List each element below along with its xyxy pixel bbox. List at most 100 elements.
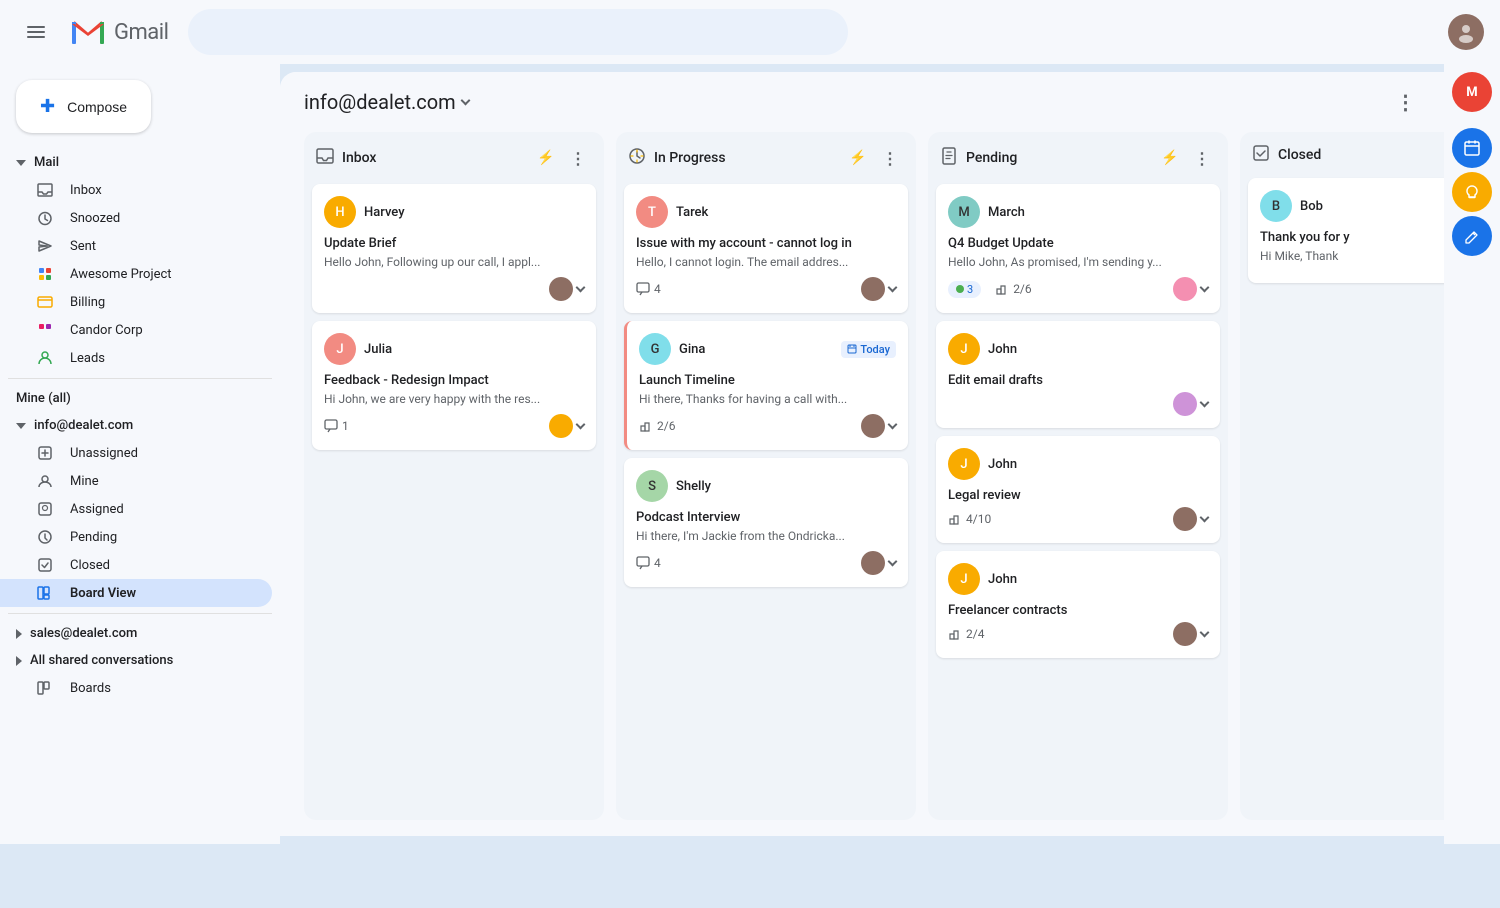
sidebar-item-awesome-project[interactable]: Awesome Project: [0, 260, 272, 288]
card-gina-header: G Gina Today: [639, 333, 896, 365]
right-icon-bulb[interactable]: [1452, 172, 1492, 212]
menu-icon[interactable]: [16, 12, 56, 52]
card-john-freelancer-meta: 2/4: [948, 627, 984, 641]
sidebar-item-candor-corp[interactable]: Candor Corp: [0, 316, 272, 344]
pending-lightning-button[interactable]: ⚡: [1156, 144, 1184, 172]
card-gina-avatar: G: [639, 333, 671, 365]
sidebar-sales-email-header[interactable]: sales@dealet.com: [0, 620, 280, 647]
card-john-edit-assignee[interactable]: [1173, 392, 1208, 416]
pending-icon: [36, 529, 54, 545]
card-julia-name: Julia: [364, 342, 392, 357]
john-edit-assign-chevron: [1200, 398, 1210, 408]
boards-icon: [36, 680, 54, 696]
card-john-edit[interactable]: J John Edit email drafts: [936, 321, 1220, 428]
sidebar-item-sent[interactable]: Sent: [0, 232, 272, 260]
card-shelly[interactable]: S Shelly Podcast Interview Hi there, I'm…: [624, 458, 908, 587]
inprogress-lightning-button[interactable]: ⚡: [844, 144, 872, 172]
snoozed-label: Snoozed: [70, 211, 120, 226]
card-john-legal-footer: 4/10: [948, 507, 1208, 531]
email-selector[interactable]: info@dealet.com: [304, 90, 469, 114]
mine-all-header: Mine (all): [0, 385, 280, 412]
card-john-legal-assignee[interactable]: [1173, 507, 1208, 531]
sidebar-item-leads[interactable]: Leads: [0, 344, 272, 372]
julia-comment-count: 1: [342, 419, 349, 433]
sidebar-mail-header[interactable]: Mail: [0, 149, 280, 176]
inprogress-lightning-icon: ⚡: [849, 150, 866, 166]
sidebar-item-closed[interactable]: Closed: [0, 551, 272, 579]
search-bar[interactable]: [188, 9, 848, 55]
card-bob[interactable]: B Bob Thank you for y Hi Mike, Thank: [1248, 178, 1444, 283]
card-john-freelancer[interactable]: J John Freelancer contracts 2/4: [936, 551, 1220, 658]
sidebar-item-inbox[interactable]: Inbox: [0, 176, 272, 204]
card-john-edit-avatar: J: [948, 333, 980, 365]
card-gina-assignee[interactable]: [861, 414, 896, 438]
unassigned-label: Unassigned: [70, 446, 138, 461]
john-legal-progress-text: 4/10: [966, 512, 991, 526]
card-shelly-assignee[interactable]: [861, 551, 896, 575]
inbox-label: Inbox: [70, 183, 102, 198]
card-gina-meta: 2/6: [639, 419, 675, 433]
more-options-button[interactable]: ⋮: [1392, 88, 1420, 116]
content-header: info@dealet.com ⋮: [280, 72, 1444, 132]
sidebar-item-board-view[interactable]: Board View: [0, 579, 272, 607]
inbox-lightning-button[interactable]: ⚡: [532, 144, 560, 172]
user-avatar[interactable]: [1448, 14, 1484, 50]
card-julia-assignee[interactable]: [549, 414, 584, 438]
column-closed: Closed B Bob Thank you for y Hi Mike, Th…: [1240, 132, 1444, 820]
card-gina[interactable]: G Gina Today Launch Timeline Hi there, T…: [624, 321, 908, 450]
sidebar-info-email-header[interactable]: info@dealet.com: [0, 412, 280, 439]
march-tag-count: 3: [967, 283, 973, 296]
gina-today-label: Today: [860, 343, 890, 356]
sidebar-item-billing[interactable]: Billing: [0, 288, 272, 316]
sidebar-item-assigned[interactable]: Assigned: [0, 495, 272, 523]
shelly-assignee-avatar: [861, 551, 885, 575]
pending-more-button[interactable]: ⋮: [1188, 144, 1216, 172]
march-assignee-avatar: [1173, 277, 1197, 301]
sidebar-item-unassigned[interactable]: Unassigned: [0, 439, 272, 467]
mine-label: Mine: [70, 474, 99, 489]
sidebar-item-boards[interactable]: Boards: [0, 674, 272, 702]
sidebar-item-pending[interactable]: Pending: [0, 523, 272, 551]
card-john-legal[interactable]: J John Legal review 4/10: [936, 436, 1220, 543]
inbox-more-button[interactable]: ⋮: [564, 144, 592, 172]
card-tarek-assignee[interactable]: [861, 277, 896, 301]
card-gina-progress: 2/6: [639, 419, 675, 433]
assigned-icon: [36, 501, 54, 517]
inbox-icon: [36, 182, 54, 198]
card-harvey-header: H Harvey: [324, 196, 584, 228]
right-icon-gmail[interactable]: M: [1452, 72, 1492, 112]
sidebar-all-shared-header[interactable]: All shared conversations: [0, 647, 280, 674]
card-harvey-preview: Hello John, Following up our call, I app…: [324, 255, 584, 269]
card-julia[interactable]: J Julia Feedback - Redesign Impact Hi Jo…: [312, 321, 596, 450]
sidebar-item-snoozed[interactable]: Snoozed: [0, 204, 272, 232]
gina-assign-chevron: [888, 420, 898, 430]
column-pending-header: Pending ⚡ ⋮: [928, 132, 1228, 180]
card-john-freelancer-name: John: [988, 572, 1017, 587]
march-tag-dot: [956, 285, 964, 293]
closed-label: Closed: [70, 558, 110, 573]
card-harvey-avatar: H: [324, 196, 356, 228]
right-icon-calendar[interactable]: [1452, 128, 1492, 168]
pending-col-title: Pending: [966, 150, 1148, 166]
sidebar-item-mine[interactable]: Mine: [0, 467, 272, 495]
card-march-assignee[interactable]: [1173, 277, 1208, 301]
compose-button[interactable]: ✚ Compose: [16, 80, 151, 133]
card-march[interactable]: M March Q4 Budget Update Hello John, As …: [936, 184, 1220, 313]
card-tarek-meta: 4: [636, 282, 661, 296]
card-tarek[interactable]: T Tarek Issue with my account - cannot l…: [624, 184, 908, 313]
sidebar-divider-1: [8, 378, 272, 379]
card-julia-preview: Hi John, we are very happy with the res.…: [324, 392, 584, 406]
inprogress-more-button[interactable]: ⋮: [876, 144, 904, 172]
card-march-avatar: M: [948, 196, 980, 228]
inbox-more-icon: ⋮: [570, 149, 586, 168]
john-freelancer-assign-chevron: [1200, 628, 1210, 638]
gina-assignee-avatar: [861, 414, 885, 438]
card-bob-avatar: B: [1260, 190, 1292, 222]
right-icon-pencil[interactable]: [1452, 216, 1492, 256]
card-harvey-assignee[interactable]: [549, 277, 584, 301]
card-bob-header: B Bob: [1260, 190, 1444, 222]
sidebar-divider-2: [8, 613, 272, 614]
card-harvey[interactable]: H Harvey Update Brief Hello John, Follow…: [312, 184, 596, 313]
card-john-freelancer-assignee[interactable]: [1173, 622, 1208, 646]
inprogress-col-title: In Progress: [654, 150, 836, 166]
